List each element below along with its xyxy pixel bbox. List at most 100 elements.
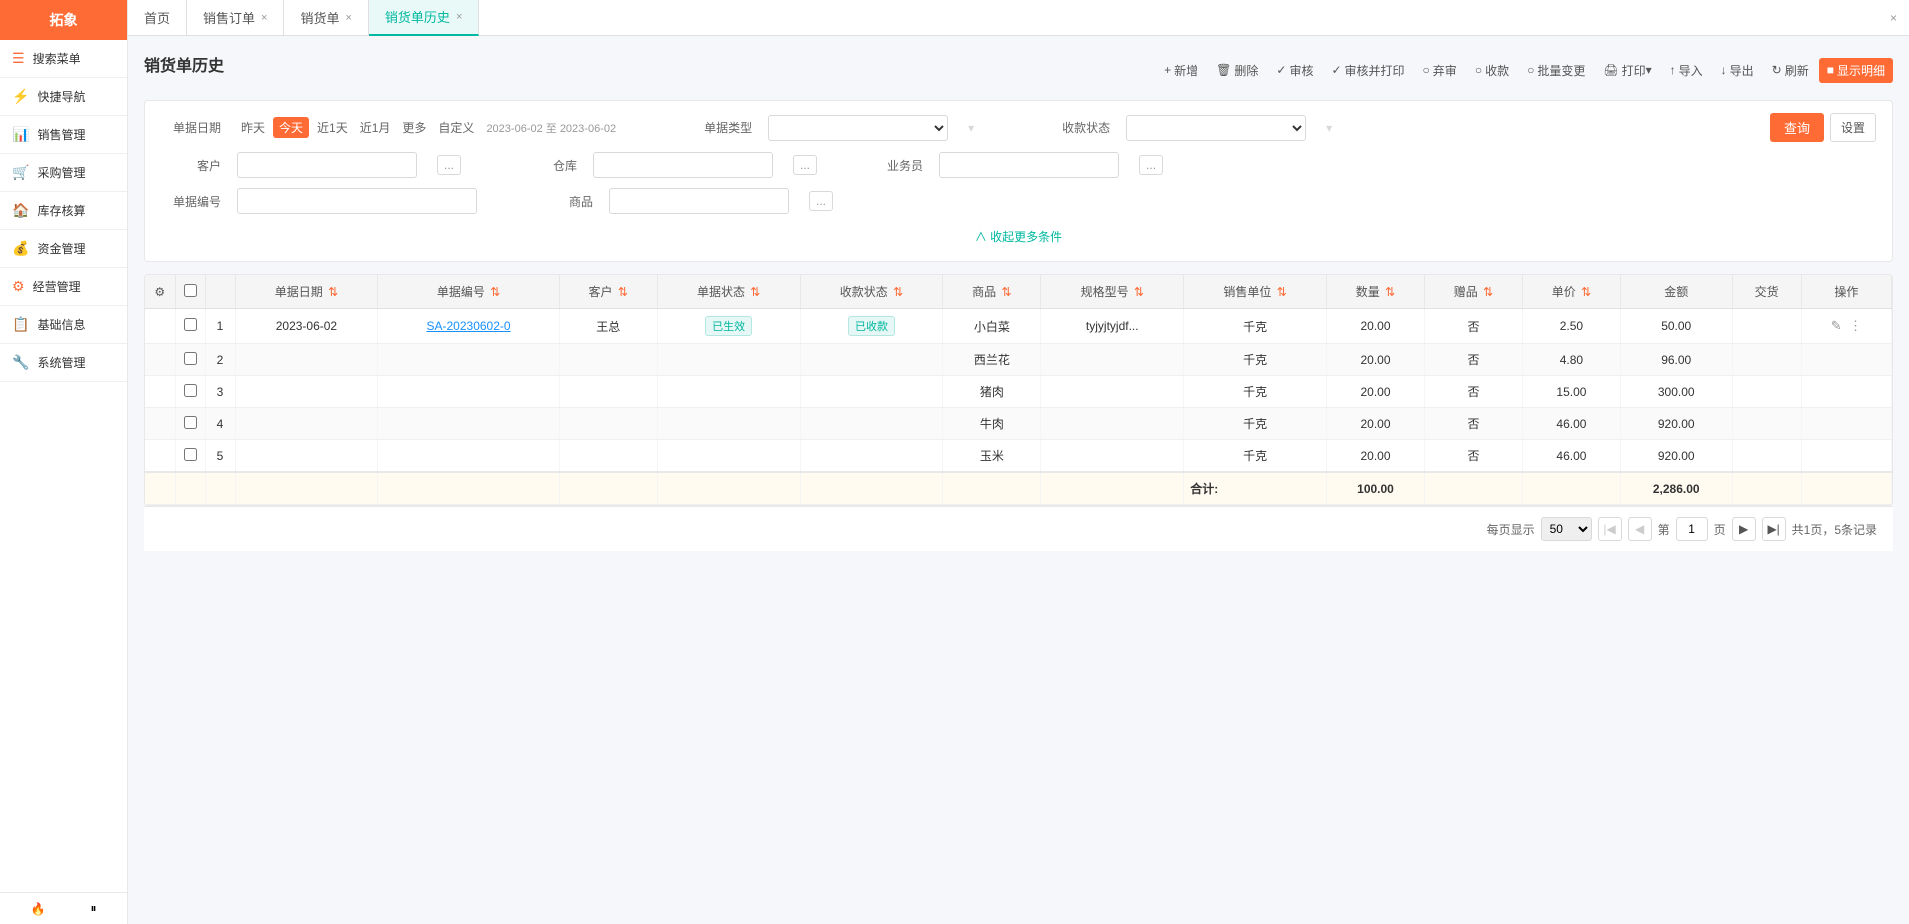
first-page-btn[interactable]: |◀ xyxy=(1598,517,1622,541)
col-gift[interactable]: 赠品 ⇅ xyxy=(1424,275,1522,309)
row-num: 5 xyxy=(205,440,235,473)
last-page-btn[interactable]: ▶| xyxy=(1762,517,1786,541)
detail-icon: ■ xyxy=(1827,63,1834,77)
salesperson-label: 业务员 xyxy=(873,157,923,174)
prev-page-btn[interactable]: ◀ xyxy=(1628,517,1652,541)
settings-button[interactable]: 设置 xyxy=(1830,113,1876,142)
tab-home[interactable]: 首页 xyxy=(128,0,187,36)
row-gear xyxy=(145,309,175,344)
tab-sales-order[interactable]: 销售订单 × xyxy=(187,0,284,36)
customer-ellipsis[interactable]: ... xyxy=(437,155,461,175)
col-customer[interactable]: 客户 ⇅ xyxy=(559,275,657,309)
salesperson-ellipsis[interactable]: ... xyxy=(1139,155,1163,175)
doc-type-label: 单据类型 xyxy=(692,119,752,136)
col-spec[interactable]: 规格型号 ⇅ xyxy=(1041,275,1184,309)
audit-button[interactable]: ✓ 审核 xyxy=(1268,58,1321,83)
page-size-select[interactable]: 50 20 100 xyxy=(1541,517,1592,541)
next-page-btn[interactable]: ▶ xyxy=(1732,517,1756,541)
row-select-checkbox[interactable] xyxy=(184,384,197,397)
row-doc-date: 2023-06-02 xyxy=(235,309,378,344)
sidebar-item-search-menu[interactable]: ☰ 搜索菜单 xyxy=(0,40,127,78)
row-select-checkbox[interactable] xyxy=(184,416,197,429)
sidebar-item-fund-mgmt[interactable]: 💰 资金管理 xyxy=(0,230,127,268)
col-doc-date[interactable]: 单据日期 ⇅ xyxy=(235,275,378,309)
row-unit-price: 2.50 xyxy=(1522,309,1620,344)
tab-close-sales-history[interactable]: × xyxy=(456,11,462,23)
col-unit[interactable]: 销售单位 ⇅ xyxy=(1184,275,1327,309)
fire-icon[interactable]: 🔥 xyxy=(31,902,46,916)
row-spec: tyjyjtyjdf... xyxy=(1041,309,1184,344)
row-unit-price: 46.00 xyxy=(1522,440,1620,473)
tab-close-sales-delivery[interactable]: × xyxy=(345,12,351,24)
row-select-checkbox[interactable] xyxy=(184,318,197,331)
product-ellipsis[interactable]: ... xyxy=(809,191,833,211)
doc-type-select[interactable] xyxy=(768,115,948,141)
yesterday-shortcut[interactable]: 昨天 xyxy=(237,117,269,138)
today-shortcut[interactable]: 今天 xyxy=(273,117,309,138)
last1m-shortcut[interactable]: 近1月 xyxy=(356,117,395,138)
col-gear[interactable]: ⚙ xyxy=(145,275,175,309)
collect-button[interactable]: ○ 收款 xyxy=(1467,58,1517,83)
delete-button[interactable]: 🗑 删除 xyxy=(1208,58,1266,83)
doc-number-input[interactable] xyxy=(237,188,477,214)
import-button[interactable]: ↑ 导入 xyxy=(1662,58,1711,83)
row-unit: 千克 xyxy=(1184,440,1327,473)
sidebar-item-basic-info[interactable]: 📋 基础信息 xyxy=(0,306,127,344)
product-label: 商品 xyxy=(533,193,593,210)
last7-shortcut[interactable]: 近1天 xyxy=(313,117,352,138)
row-doc-date xyxy=(235,344,378,376)
collapse-filter[interactable]: ∧ 收起更多条件 xyxy=(161,224,1876,249)
edit-action[interactable]: ✎ xyxy=(1831,318,1842,333)
select-all-checkbox[interactable] xyxy=(184,284,197,297)
row-select-checkbox[interactable] xyxy=(184,352,197,365)
col-amount: 金额 xyxy=(1620,275,1732,309)
row-amount: 300.00 xyxy=(1620,376,1732,408)
row-doc-status xyxy=(657,344,800,376)
query-button[interactable]: 查询 xyxy=(1770,113,1824,142)
sidebar-item-purchase-mgmt[interactable]: 🛒 采购管理 xyxy=(0,154,127,192)
product-input[interactable] xyxy=(609,188,789,214)
close-all-tabs[interactable]: × xyxy=(1878,11,1909,25)
col-payment-status[interactable]: 收款状态 ⇅ xyxy=(800,275,943,309)
batch-change-button[interactable]: ○ 批量变更 xyxy=(1519,58,1593,83)
more-action[interactable]: ⋮ xyxy=(1849,318,1862,333)
show-detail-button[interactable]: ■ 显示明细 xyxy=(1819,58,1893,83)
print-button[interactable]: 🖨 打印 ▾ xyxy=(1595,58,1659,83)
col-doc-number[interactable]: 单据编号 ⇅ xyxy=(378,275,559,309)
page-suffix: 页 xyxy=(1714,521,1726,538)
sidebar-item-ops-mgmt[interactable]: ⚙ 经营管理 xyxy=(0,268,127,306)
customer-input[interactable] xyxy=(237,152,417,178)
sidebar-item-sales-mgmt[interactable]: 📊 销售管理 xyxy=(0,116,127,154)
total-quantity: 100.00 xyxy=(1327,472,1425,505)
abandon-button[interactable]: ○ 弃审 xyxy=(1415,58,1465,83)
sidebar-item-sys-mgmt[interactable]: 🔧 系统管理 xyxy=(0,344,127,382)
table-header-row: ⚙ 单据日期 ⇅ 单据编号 ⇅ xyxy=(145,275,1892,309)
sidebar-item-inventory[interactable]: 🏠 库存核算 xyxy=(0,192,127,230)
col-doc-status[interactable]: 单据状态 ⇅ xyxy=(657,275,800,309)
sort-unit-price: ⇅ xyxy=(1581,285,1591,299)
print-icon: 🖨 xyxy=(1603,63,1618,77)
sidebar-item-quick-nav[interactable]: ⚡ 快捷导航 xyxy=(0,78,127,116)
row-select-checkbox[interactable] xyxy=(184,448,197,461)
col-product[interactable]: 商品 ⇅ xyxy=(943,275,1041,309)
warehouse-input[interactable] xyxy=(593,152,773,178)
tab-sales-history[interactable]: 销货单历史 × xyxy=(369,0,479,36)
row-checkbox xyxy=(175,309,205,344)
row-doc-number[interactable]: SA-20230602-0 xyxy=(378,309,559,344)
warehouse-ellipsis[interactable]: ... xyxy=(793,155,817,175)
refresh-button[interactable]: ↻ 刷新 xyxy=(1764,58,1817,83)
custom-shortcut[interactable]: 自定义 xyxy=(434,117,478,138)
audit-print-button[interactable]: ✓ 审核并打印 xyxy=(1323,58,1412,83)
tab-close-sales-order[interactable]: × xyxy=(261,12,267,24)
payment-status-select[interactable] xyxy=(1126,115,1306,141)
new-button[interactable]: + 新增 xyxy=(1156,58,1206,83)
sidebar-item-label: 基础信息 xyxy=(37,316,85,333)
pause-icon[interactable]: ⏸ xyxy=(90,901,96,916)
tab-sales-delivery[interactable]: 销货单 × xyxy=(284,0,368,36)
col-unit-price[interactable]: 单价 ⇅ xyxy=(1522,275,1620,309)
col-quantity[interactable]: 数量 ⇅ xyxy=(1327,275,1425,309)
page-number-input[interactable]: 1 xyxy=(1676,517,1708,541)
export-button[interactable]: ↓ 导出 xyxy=(1713,58,1762,83)
more-shortcut[interactable]: 更多 xyxy=(398,117,430,138)
salesperson-input[interactable] xyxy=(939,152,1119,178)
